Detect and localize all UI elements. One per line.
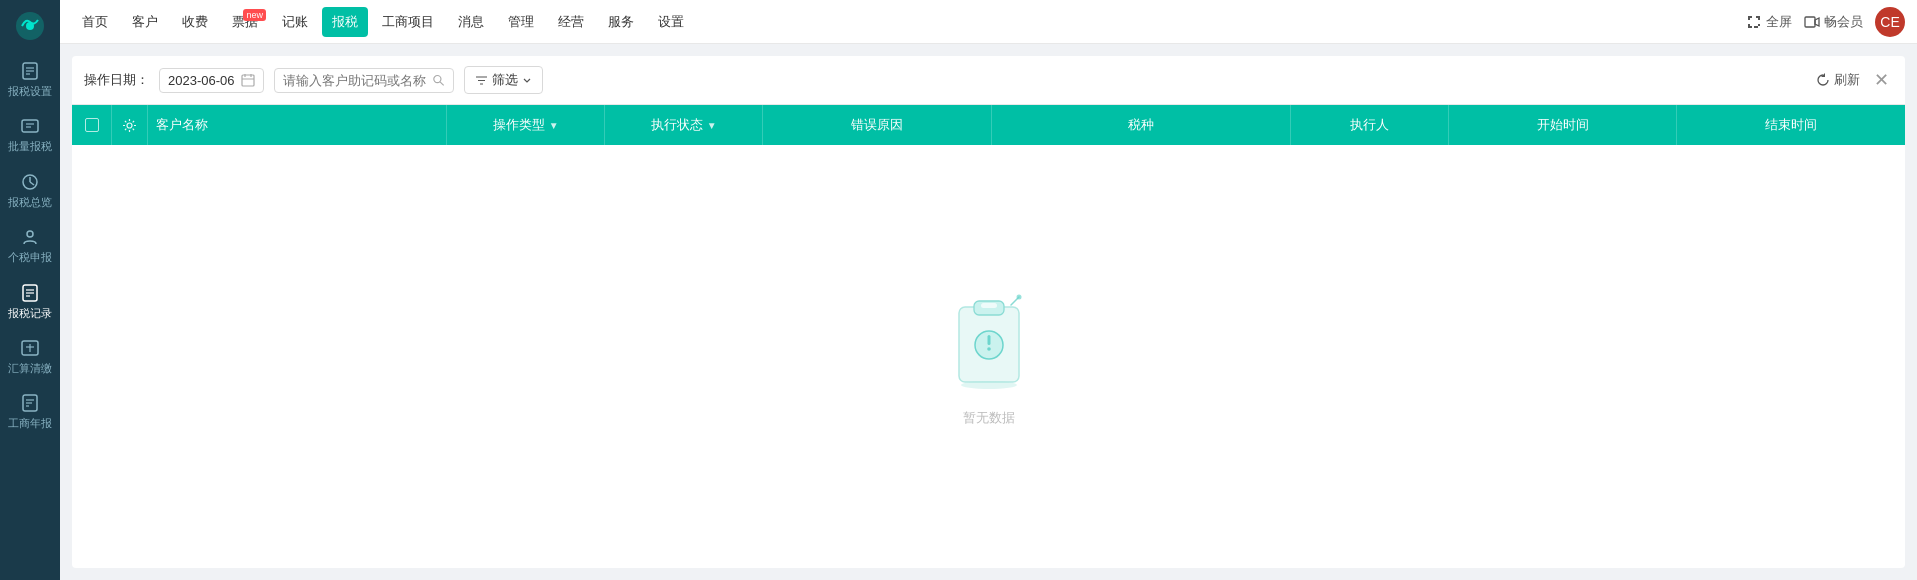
nav-item-accounting[interactable]: 记账 xyxy=(272,7,318,37)
status-sort-icon: ▼ xyxy=(707,120,717,131)
svg-rect-24 xyxy=(1805,17,1815,27)
svg-point-1 xyxy=(26,22,34,30)
fullscreen-label: 全屏 xyxy=(1766,13,1792,31)
th-op-type[interactable]: 操作类型 ▼ xyxy=(447,105,605,145)
chevron-down-icon xyxy=(522,75,532,85)
search-box[interactable] xyxy=(274,68,454,93)
search-icon xyxy=(432,73,445,87)
tax-settings-icon xyxy=(19,60,41,82)
svg-point-12 xyxy=(27,231,33,237)
svg-point-43 xyxy=(961,381,1017,389)
th-executor: 执行人 xyxy=(1291,105,1449,145)
tax-overview-icon xyxy=(19,171,41,193)
refresh-label: 刷新 xyxy=(1834,71,1860,89)
refresh-icon xyxy=(1816,73,1830,87)
date-picker[interactable]: 2023-06-06 xyxy=(159,68,264,93)
svg-line-11 xyxy=(30,182,34,185)
svg-point-40 xyxy=(987,347,991,351)
sidebar-item-tax-records[interactable]: 报税记录 xyxy=(0,274,60,329)
empty-text: 暂无数据 xyxy=(963,409,1015,427)
filter-button[interactable]: 筛选 xyxy=(464,66,543,94)
svg-point-34 xyxy=(127,123,132,128)
settlement-icon xyxy=(19,337,41,359)
nav-item-home[interactable]: 首页 xyxy=(72,7,118,37)
table-header: 客户名称 操作类型 ▼ 执行状态 ▼ 错误原因 税种 执行人 xyxy=(72,105,1905,145)
main-area: 首页 客户 收费 票据 new 记账 报税 工商项目 消息 管理 经营 服务 设… xyxy=(60,0,1917,580)
table-container: 操作日期： 2023-06-06 xyxy=(72,56,1905,568)
nav-item-operations[interactable]: 经营 xyxy=(548,7,594,37)
th-end-time: 结束时间 xyxy=(1677,105,1905,145)
nav-item-tax[interactable]: 报税 xyxy=(322,7,368,37)
sidebar-item-personal-tax[interactable]: 个税申报 xyxy=(0,218,60,273)
member-label: 畅会员 xyxy=(1824,13,1863,31)
th-gear[interactable] xyxy=(112,105,148,145)
svg-rect-39 xyxy=(987,335,990,345)
personal-tax-icon xyxy=(19,226,41,248)
fullscreen-button[interactable]: 全屏 xyxy=(1746,13,1792,31)
nav-item-settings[interactable]: 设置 xyxy=(648,7,694,37)
filter-icon xyxy=(475,74,488,87)
nav-right: 全屏 畅会员 CE xyxy=(1746,7,1905,37)
filter-label: 筛选 xyxy=(492,71,518,89)
th-tax-type: 税种 xyxy=(992,105,1291,145)
svg-line-30 xyxy=(440,82,444,86)
sidebar-item-tax-overview[interactable]: 报税总览 xyxy=(0,163,60,218)
nav-item-message[interactable]: 消息 xyxy=(448,7,494,37)
annual-report-icon xyxy=(19,392,41,414)
page-content: 操作日期： 2023-06-06 xyxy=(60,44,1917,580)
nav-item-collection[interactable]: 收费 xyxy=(172,7,218,37)
calendar-icon xyxy=(241,73,255,87)
th-start-time: 开始时间 xyxy=(1449,105,1678,145)
select-all-checkbox[interactable] xyxy=(85,118,99,132)
th-error: 错误原因 xyxy=(763,105,992,145)
close-button[interactable]: ✕ xyxy=(1870,71,1893,89)
member-button[interactable]: 畅会员 xyxy=(1804,13,1863,31)
th-checkbox[interactable] xyxy=(72,105,112,145)
gear-icon xyxy=(122,118,137,133)
svg-rect-37 xyxy=(981,303,997,308)
nav-item-commerce[interactable]: 工商项目 xyxy=(372,7,444,37)
sidebar-item-tax-settings[interactable]: 报税设置 xyxy=(0,52,60,107)
svg-rect-6 xyxy=(22,120,38,132)
batch-tax-icon xyxy=(19,115,41,137)
app-logo[interactable] xyxy=(12,8,48,44)
table-body: 暂无数据 xyxy=(72,145,1905,568)
tax-records-icon xyxy=(19,282,41,304)
toolbar: 操作日期： 2023-06-06 xyxy=(72,56,1905,105)
sidebar-item-batch-tax[interactable]: 批量报税 xyxy=(0,107,60,162)
nav-items: 首页 客户 收费 票据 new 记账 报税 工商项目 消息 管理 经营 服务 设… xyxy=(72,7,1746,37)
top-navigation: 首页 客户 收费 票据 new 记账 报税 工商项目 消息 管理 经营 服务 设… xyxy=(60,0,1917,44)
nav-item-service[interactable]: 服务 xyxy=(598,7,644,37)
optype-sort-icon: ▼ xyxy=(549,120,559,131)
svg-point-29 xyxy=(434,76,441,83)
sidebar: 报税设置 批量报税 报税总览 个税申报 xyxy=(0,0,60,580)
svg-point-42 xyxy=(1016,294,1021,299)
search-input[interactable] xyxy=(283,73,428,88)
new-badge: new xyxy=(243,9,266,22)
date-label: 操作日期： xyxy=(84,71,149,89)
nav-item-invoice[interactable]: 票据 new xyxy=(222,7,268,37)
date-value: 2023-06-06 xyxy=(168,73,235,88)
fullscreen-icon xyxy=(1746,14,1762,30)
nav-item-management[interactable]: 管理 xyxy=(498,7,544,37)
empty-state: 暂无数据 xyxy=(939,287,1039,427)
th-customer-name: 客户名称 xyxy=(148,105,447,145)
empty-illustration xyxy=(939,287,1039,397)
video-icon xyxy=(1804,14,1820,30)
nav-item-customer[interactable]: 客户 xyxy=(122,7,168,37)
sidebar-item-settlement[interactable]: 汇算清缴 xyxy=(0,329,60,384)
th-status[interactable]: 执行状态 ▼ xyxy=(605,105,763,145)
sidebar-item-annual-report[interactable]: 工商年报 xyxy=(0,384,60,439)
user-avatar[interactable]: CE xyxy=(1875,7,1905,37)
svg-rect-25 xyxy=(242,75,254,86)
refresh-button[interactable]: 刷新 xyxy=(1816,71,1860,89)
